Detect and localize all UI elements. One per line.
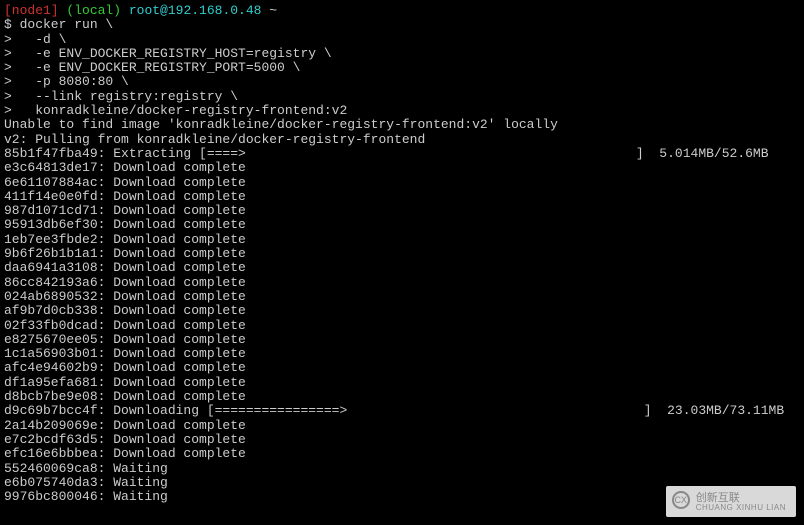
docker-layer-line: 1c1a56903b01: Download complete	[4, 347, 800, 361]
docker-layer-line: 6e61107884ac: Download complete	[4, 176, 800, 190]
terminal-output[interactable]: [node1] (local) root@192.168.0.48 ~$ doc…	[4, 4, 800, 504]
terminal-line: > -e ENV_DOCKER_REGISTRY_PORT=5000 \	[4, 61, 800, 75]
docker-layer-line: 552460069ca8: Waiting	[4, 462, 800, 476]
terminal-line: v2: Pulling from konradkleine/docker-reg…	[4, 133, 800, 147]
docker-layer-line: 024ab6890532: Download complete	[4, 290, 800, 304]
docker-layer-line: daa6941a3108: Download complete	[4, 261, 800, 275]
docker-layer-line: 9b6f26b1b1a1: Download complete	[4, 247, 800, 261]
docker-layer-line: e3c64813de17: Download complete	[4, 161, 800, 175]
docker-layer-line: efc16e6bbbea: Download complete	[4, 447, 800, 461]
watermark-logo-icon: CX	[672, 491, 690, 509]
terminal-line: $ docker run \	[4, 18, 800, 32]
terminal-line: Unable to find image 'konradkleine/docke…	[4, 118, 800, 132]
watermark-subtitle: CHUANG XINHU LIAN	[696, 504, 786, 513]
docker-layer-line: 987d1071cd71: Download complete	[4, 204, 800, 218]
docker-layer-line: e8275670ee05: Download complete	[4, 333, 800, 347]
terminal-line: > -e ENV_DOCKER_REGISTRY_HOST=registry \	[4, 47, 800, 61]
terminal-line: > -d \	[4, 33, 800, 47]
docker-layer-line: df1a95efa681: Download complete	[4, 376, 800, 390]
docker-layer-line: 411f14e0e0fd: Download complete	[4, 190, 800, 204]
docker-layer-line: d9c69b7bcc4f: Downloading [=============…	[4, 404, 800, 418]
docker-layer-line: 86cc842193a6: Download complete	[4, 276, 800, 290]
terminal-line: [node1] (local) root@192.168.0.48 ~	[4, 4, 800, 18]
docker-layer-line: 02f33fb0dcad: Download complete	[4, 319, 800, 333]
docker-layer-line: e7c2bcdf63d5: Download complete	[4, 433, 800, 447]
docker-layer-line: 95913db6ef30: Download complete	[4, 218, 800, 232]
docker-layer-line: d8bcb7be9e08: Download complete	[4, 390, 800, 404]
docker-layer-line: af9b7d0cb338: Download complete	[4, 304, 800, 318]
terminal-line: > -p 8080:80 \	[4, 75, 800, 89]
docker-layer-line: afc4e94602b9: Download complete	[4, 361, 800, 375]
docker-layer-line: 1eb7ee3fbde2: Download complete	[4, 233, 800, 247]
terminal-line: > --link registry:registry \	[4, 90, 800, 104]
docker-layer-line: 85b1f47fba49: Extracting [====> ] 5.014M…	[4, 147, 800, 161]
terminal-line: > konradkleine/docker-registry-frontend:…	[4, 104, 800, 118]
watermark: CX 创新互联 CHUANG XINHU LIAN	[666, 486, 796, 517]
docker-layer-line: 2a14b209069e: Download complete	[4, 419, 800, 433]
